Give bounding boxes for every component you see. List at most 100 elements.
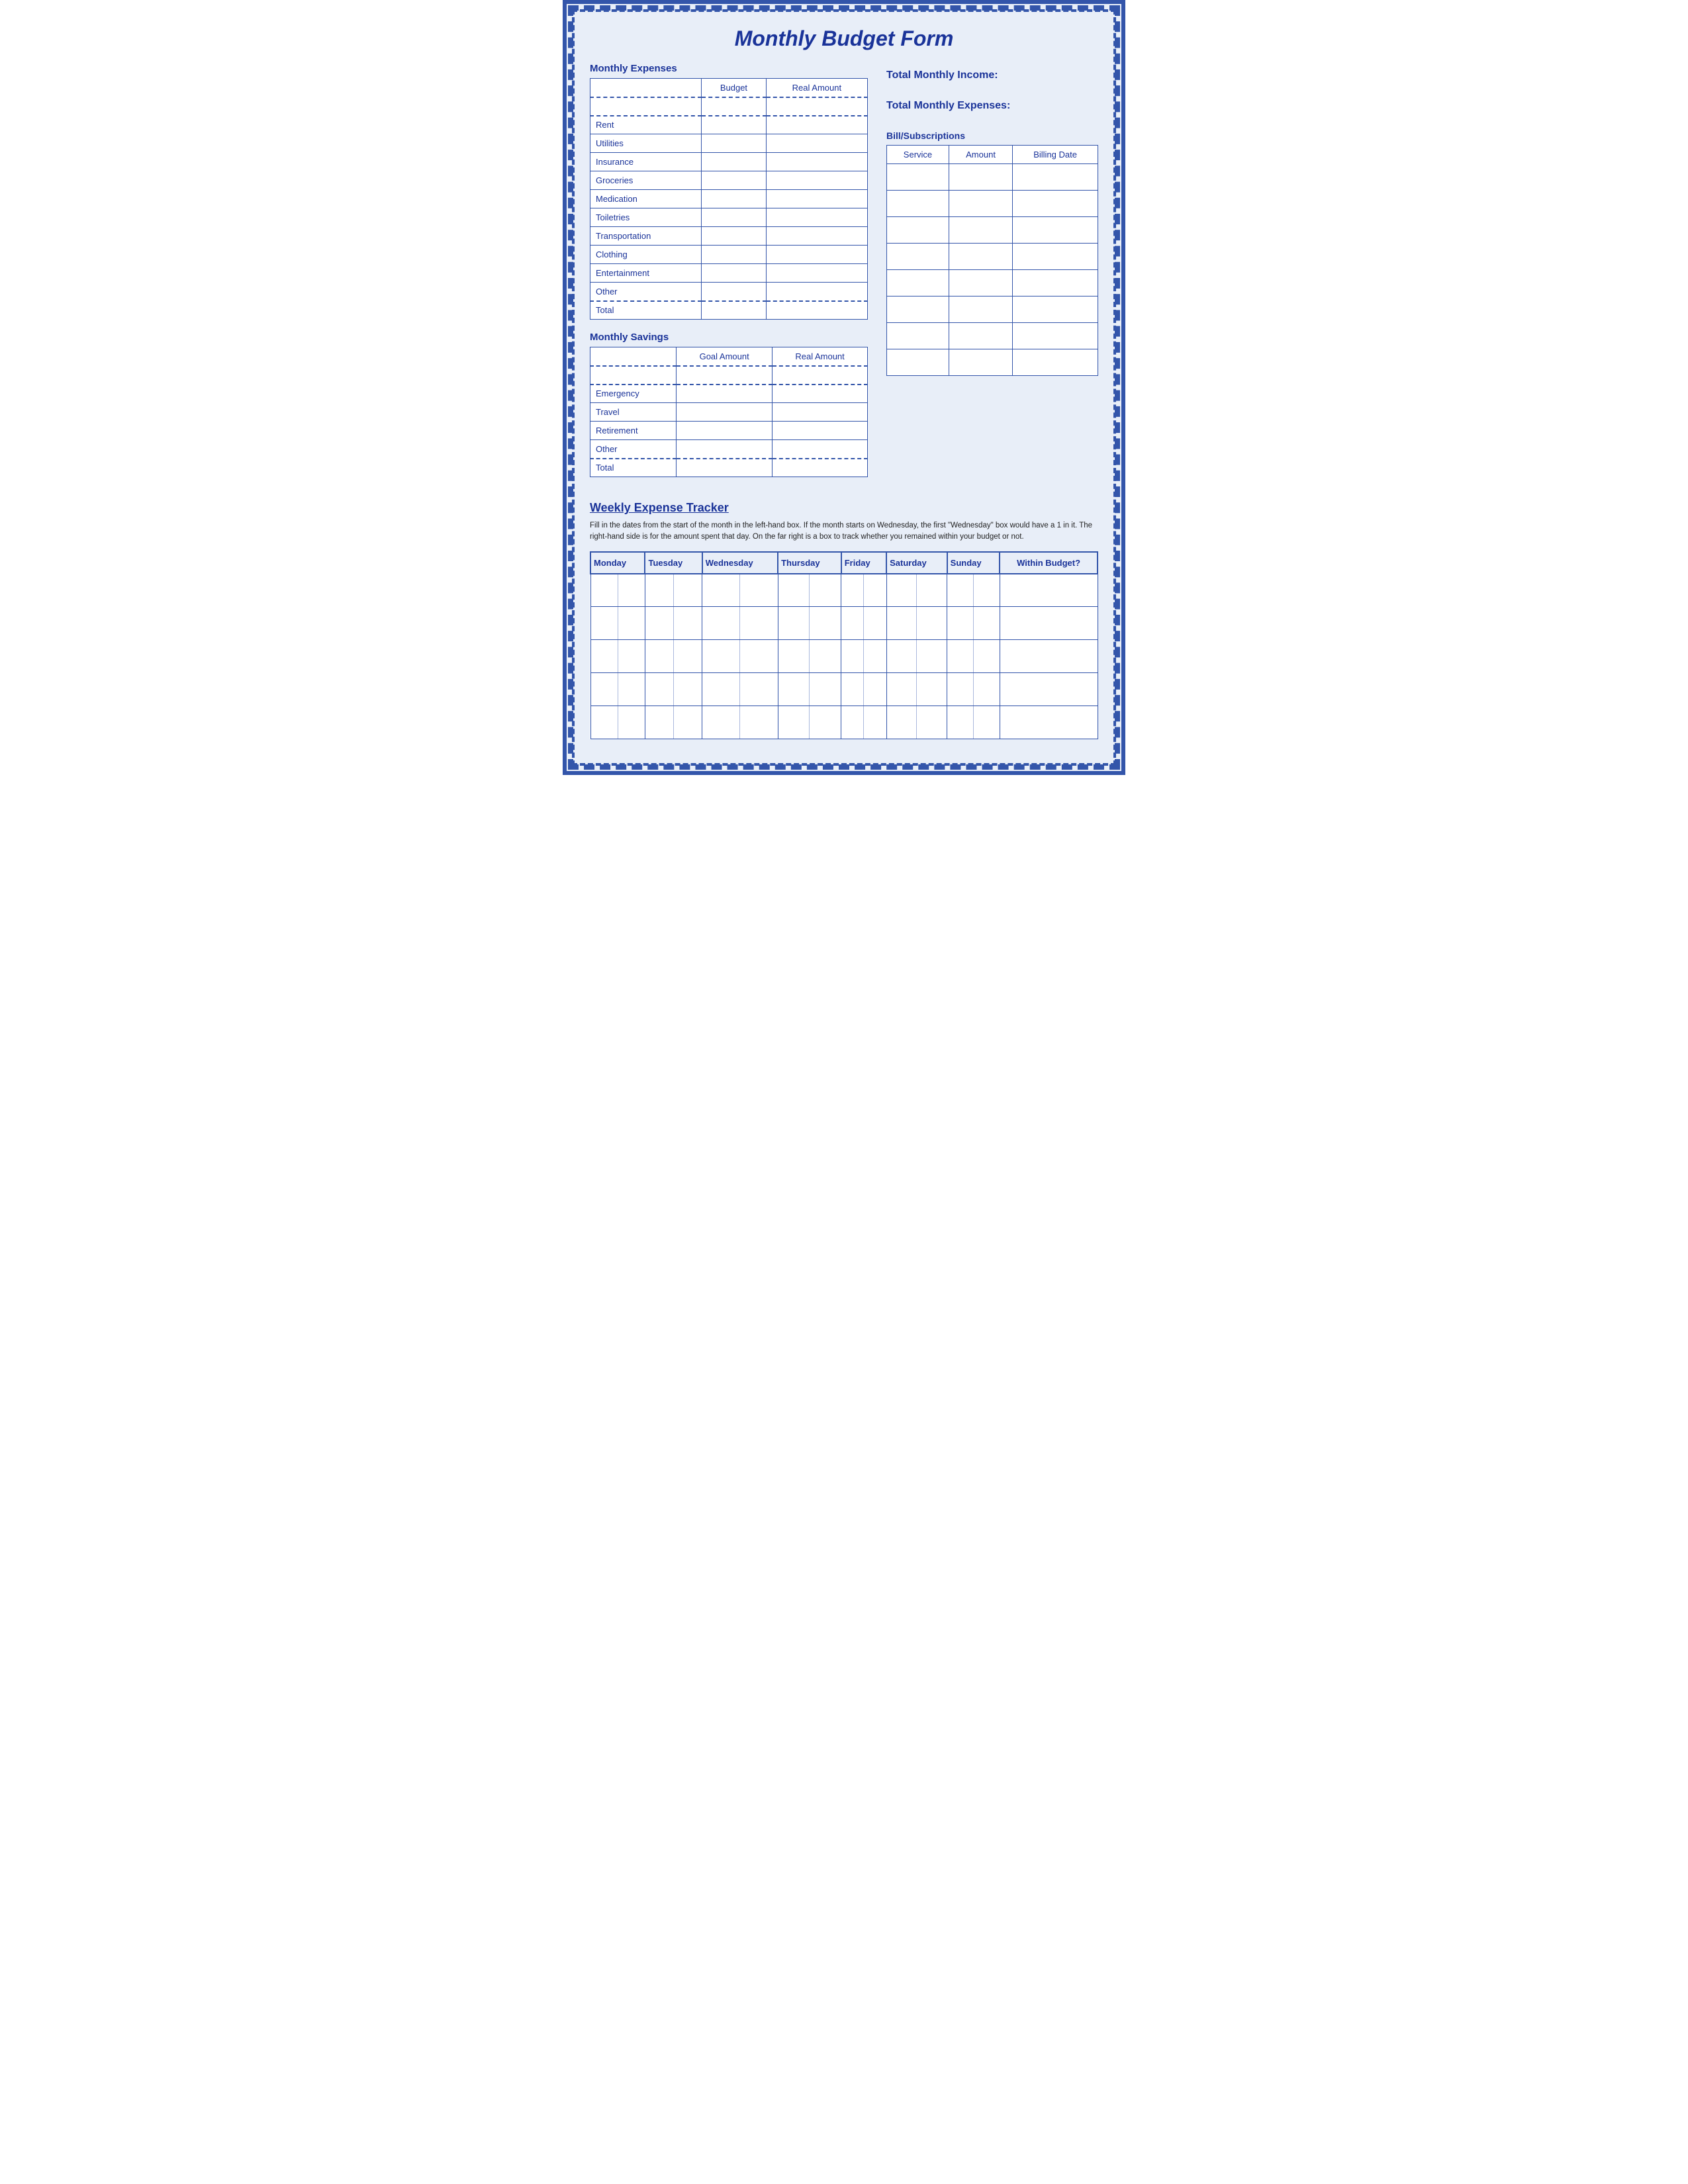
bill-service-cell[interactable] [887,323,949,349]
weekly-amount-sub[interactable] [618,673,645,705]
weekly-date-sub[interactable] [887,706,917,739]
bill-service-cell[interactable] [887,349,949,376]
bill-date-cell[interactable] [1013,164,1098,191]
weekly-within-budget-cell[interactable] [1000,673,1098,706]
weekly-date-sub[interactable] [645,673,674,705]
bill-date-cell[interactable] [1013,296,1098,323]
savings-goal-cell[interactable] [677,422,773,440]
weekly-amount-sub[interactable] [917,607,947,639]
weekly-amount-sub[interactable] [740,673,777,705]
weekly-date-sub[interactable] [591,673,618,705]
savings-goal-cell[interactable] [677,440,773,459]
bill-date-cell[interactable] [1013,244,1098,270]
expenses-total-budget[interactable] [702,301,767,320]
weekly-date-sub[interactable] [947,607,974,639]
weekly-date-sub[interactable] [778,673,810,705]
weekly-amount-sub[interactable] [974,640,1000,672]
weekly-amount-sub[interactable] [740,607,777,639]
weekly-date-sub[interactable] [841,607,864,639]
bill-amount-cell[interactable] [949,217,1012,244]
expense-budget-cell[interactable] [702,246,767,264]
weekly-amount-sub[interactable] [674,640,702,672]
bill-service-cell[interactable] [887,244,949,270]
weekly-date-sub[interactable] [887,574,917,607]
savings-real-cell[interactable] [773,440,868,459]
expense-budget-cell[interactable] [702,116,767,134]
weekly-date-sub[interactable] [841,574,864,607]
weekly-amount-sub[interactable] [917,640,947,672]
bill-amount-cell[interactable] [949,349,1012,376]
weekly-amount-sub[interactable] [674,607,702,639]
bill-amount-cell[interactable] [949,244,1012,270]
weekly-amount-sub[interactable] [864,640,886,672]
weekly-within-budget-cell[interactable] [1000,607,1098,640]
weekly-amount-sub[interactable] [810,706,841,739]
expense-budget-cell[interactable] [702,153,767,171]
weekly-amount-sub[interactable] [810,673,841,705]
weekly-date-sub[interactable] [645,640,674,672]
expense-budget-cell[interactable] [702,171,767,190]
weekly-date-sub[interactable] [778,640,810,672]
savings-total-real[interactable] [773,459,868,477]
weekly-amount-sub[interactable] [674,574,702,607]
expense-budget-cell[interactable] [702,134,767,153]
weekly-amount-sub[interactable] [740,640,777,672]
bill-amount-cell[interactable] [949,191,1012,217]
savings-total-goal[interactable] [677,459,773,477]
weekly-amount-sub[interactable] [864,607,886,639]
expense-budget-cell[interactable] [702,208,767,227]
weekly-amount-sub[interactable] [864,574,886,607]
weekly-amount-sub[interactable] [974,706,1000,739]
savings-real-cell[interactable] [773,385,868,403]
weekly-amount-sub[interactable] [810,607,841,639]
expense-budget-cell[interactable] [702,227,767,246]
bill-service-cell[interactable] [887,270,949,296]
weekly-date-sub[interactable] [591,607,618,639]
expense-real-cell[interactable] [766,190,867,208]
weekly-date-sub[interactable] [841,640,864,672]
bill-service-cell[interactable] [887,217,949,244]
weekly-date-sub[interactable] [947,574,974,607]
weekly-date-sub[interactable] [887,640,917,672]
weekly-amount-sub[interactable] [740,706,777,739]
weekly-date-sub[interactable] [645,574,674,607]
expenses-total-real[interactable] [766,301,867,320]
weekly-date-sub[interactable] [947,706,974,739]
weekly-date-sub[interactable] [947,640,974,672]
expense-real-cell[interactable] [766,283,867,301]
weekly-amount-sub[interactable] [974,607,1000,639]
bill-amount-cell[interactable] [949,296,1012,323]
weekly-date-sub[interactable] [645,706,674,739]
weekly-date-sub[interactable] [591,640,618,672]
weekly-within-budget-cell[interactable] [1000,640,1098,673]
weekly-date-sub[interactable] [887,607,917,639]
weekly-within-budget-cell[interactable] [1000,574,1098,607]
weekly-amount-sub[interactable] [618,607,645,639]
weekly-amount-sub[interactable] [917,706,947,739]
weekly-date-sub[interactable] [702,640,740,672]
expense-budget-cell[interactable] [702,264,767,283]
bill-amount-cell[interactable] [949,270,1012,296]
weekly-date-sub[interactable] [702,574,740,607]
weekly-date-sub[interactable] [702,673,740,705]
savings-goal-cell[interactable] [677,385,773,403]
weekly-amount-sub[interactable] [810,640,841,672]
weekly-amount-sub[interactable] [674,706,702,739]
weekly-date-sub[interactable] [887,673,917,705]
weekly-amount-sub[interactable] [974,574,1000,607]
weekly-date-sub[interactable] [947,673,974,705]
savings-real-cell[interactable] [773,403,868,422]
bill-service-cell[interactable] [887,191,949,217]
expense-real-cell[interactable] [766,134,867,153]
expense-budget-cell[interactable] [702,283,767,301]
expense-real-cell[interactable] [766,171,867,190]
weekly-amount-sub[interactable] [810,574,841,607]
expense-real-cell[interactable] [766,227,867,246]
weekly-date-sub[interactable] [591,706,618,739]
bill-date-cell[interactable] [1013,217,1098,244]
bill-date-cell[interactable] [1013,270,1098,296]
weekly-date-sub[interactable] [778,574,810,607]
weekly-amount-sub[interactable] [674,673,702,705]
weekly-date-sub[interactable] [702,706,740,739]
savings-real-cell[interactable] [773,422,868,440]
